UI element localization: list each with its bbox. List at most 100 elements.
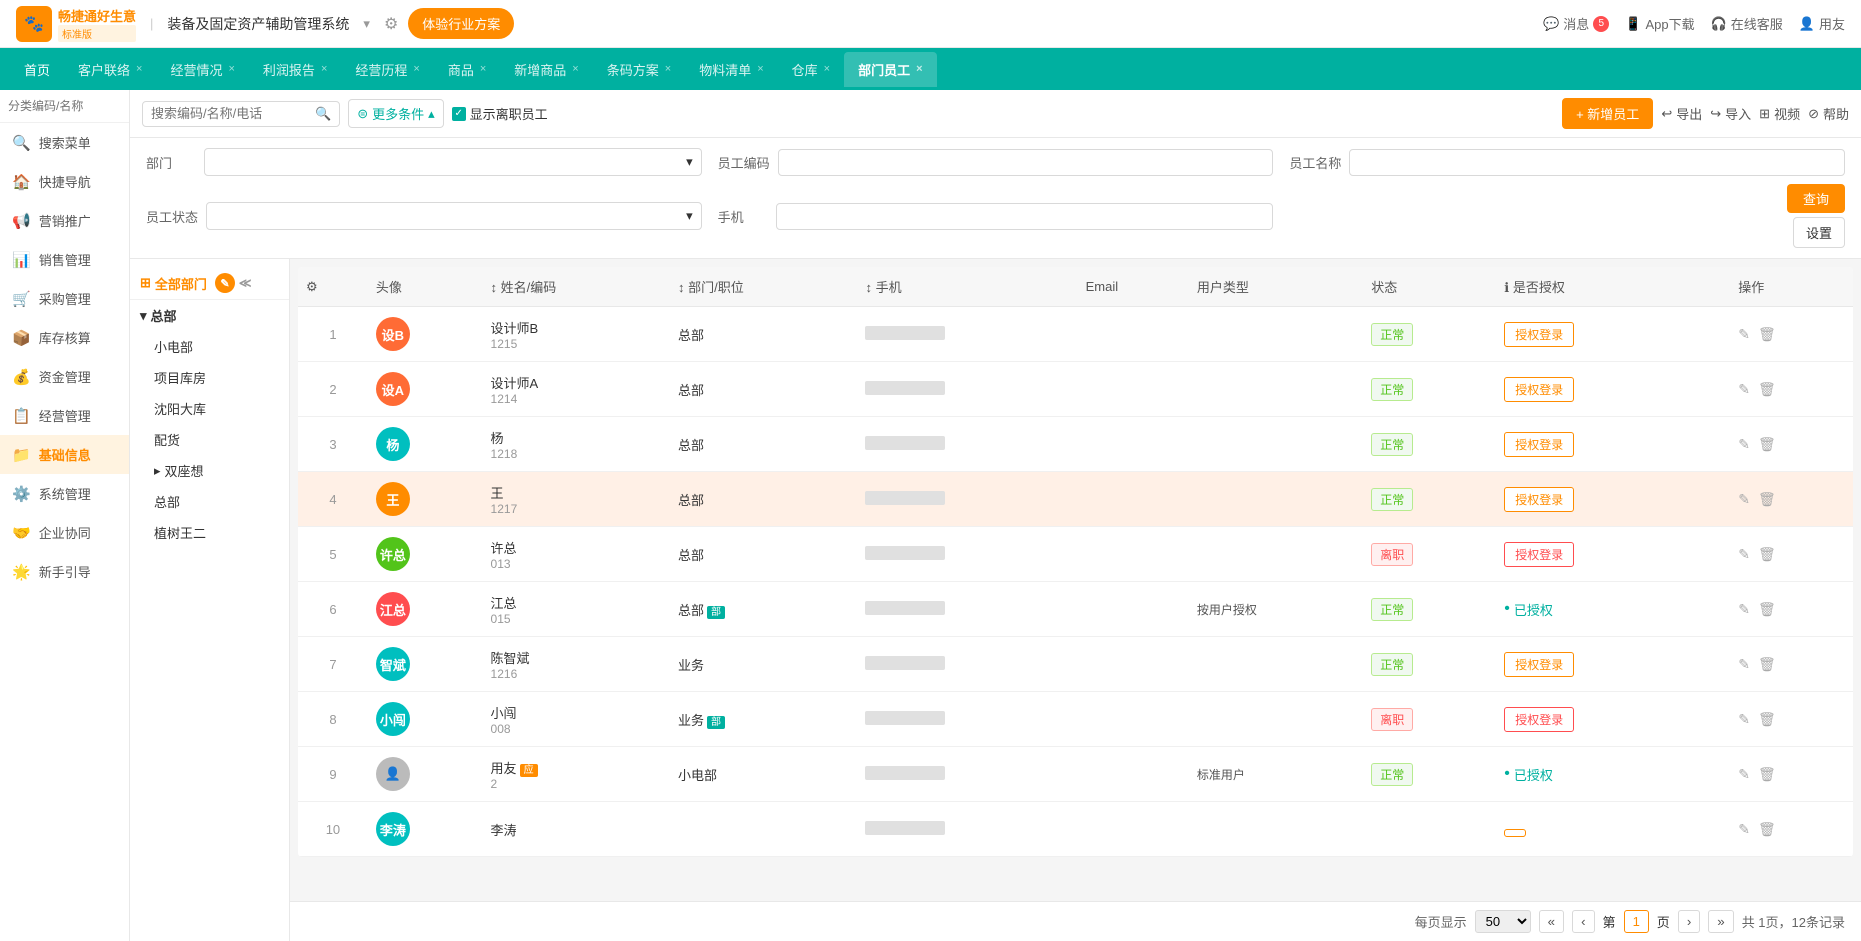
delete-icon[interactable]: 🗑: [1758, 766, 1776, 783]
next-page-btn[interactable]: ›: [1678, 910, 1700, 933]
settings-icon[interactable]: ⚙: [384, 14, 398, 34]
tab-warehouse[interactable]: 仓库 ×: [778, 52, 844, 87]
close-icon[interactable]: ×: [321, 63, 327, 75]
more-filter-btn[interactable]: ⊜ 更多条件 ▴: [348, 99, 443, 128]
delete-icon[interactable]: 🗑: [1758, 546, 1776, 563]
status-select[interactable]: ▾: [206, 202, 702, 230]
tab-profit[interactable]: 利润报告 ×: [249, 52, 341, 87]
sidebar-item-biz[interactable]: 📋经营管理: [0, 396, 129, 435]
online-support-btn[interactable]: 🎧 在线客服: [1711, 14, 1783, 33]
prev-page-btn[interactable]: ‹: [1572, 910, 1594, 933]
tab-barcode[interactable]: 条码方案 ×: [593, 52, 685, 87]
close-icon[interactable]: ×: [824, 63, 830, 75]
delete-icon[interactable]: 🗑: [1758, 436, 1776, 453]
query-btn[interactable]: 查询: [1787, 184, 1845, 213]
phone-input[interactable]: [776, 203, 1274, 230]
dropdown-arrow-icon[interactable]: ▾: [363, 16, 370, 32]
edit-icon[interactable]: ✎: [1738, 766, 1750, 783]
close-icon[interactable]: ×: [136, 63, 142, 75]
dept-select[interactable]: ▾: [204, 148, 702, 176]
first-page-btn[interactable]: «: [1539, 910, 1564, 933]
sidebar-item-purchase[interactable]: 🛒采购管理: [0, 279, 129, 318]
sidebar-item-system[interactable]: ⚙️系统管理: [0, 474, 129, 513]
delete-icon[interactable]: 🗑: [1758, 491, 1776, 508]
auth-login-btn[interactable]: 授权登录: [1504, 377, 1574, 402]
tab-new-goods[interactable]: 新增商品 ×: [500, 52, 592, 87]
dept-item-zongbu[interactable]: 总部: [130, 486, 289, 517]
sidebar-item-sales[interactable]: 📊销售管理: [0, 240, 129, 279]
edit-icon[interactable]: ✎: [1738, 326, 1750, 343]
col-dept[interactable]: ↕ 部门/职位: [670, 267, 857, 307]
auth-login-btn[interactable]: 授权登录: [1504, 432, 1574, 457]
dept-item-shuangzuo[interactable]: ▸双座想: [130, 455, 289, 486]
user-btn[interactable]: 👤 用友: [1799, 14, 1845, 33]
dept-item-dispatch[interactable]: 配货: [130, 424, 289, 455]
trial-btn[interactable]: 体验行业方案: [408, 8, 514, 39]
tab-goods[interactable]: 商品 ×: [434, 52, 500, 87]
dept-item-xiaodian[interactable]: 小电部: [130, 331, 289, 362]
col-settings[interactable]: ⚙: [298, 267, 368, 307]
edit-icon[interactable]: ✎: [1738, 656, 1750, 673]
col-phone[interactable]: ↕ 手机: [857, 267, 1077, 307]
dept-item-root[interactable]: ▾ 总部: [130, 300, 289, 331]
sidebar-item-marketing[interactable]: 📢营销推广: [0, 201, 129, 240]
tab-customer[interactable]: 客户联络 ×: [64, 52, 156, 87]
auth-login-btn[interactable]: [1504, 829, 1526, 837]
edit-icon[interactable]: ✎: [1738, 821, 1750, 838]
auth-login-btn[interactable]: 授权登录: [1504, 652, 1574, 677]
tab-operation[interactable]: 经营情况 ×: [156, 52, 248, 87]
sidebar-search-input[interactable]: [8, 99, 130, 113]
auth-login-btn[interactable]: 授权登录: [1504, 542, 1574, 567]
auth-login-btn[interactable]: 授权登录: [1504, 322, 1574, 347]
auth-login-btn[interactable]: 授权登录: [1504, 487, 1574, 512]
last-page-btn[interactable]: »: [1708, 910, 1733, 933]
sidebar-item-nav[interactable]: 🏠快捷导航: [0, 162, 129, 201]
close-icon[interactable]: ×: [413, 63, 419, 75]
edit-icon[interactable]: ✎: [1738, 601, 1750, 618]
delete-icon[interactable]: 🗑: [1758, 821, 1776, 838]
sidebar-item-collab[interactable]: 🤝企业协同: [0, 513, 129, 552]
edit-dept-icon[interactable]: ✎: [215, 273, 235, 293]
dept-item-project[interactable]: 项目库房: [130, 362, 289, 393]
sidebar-item-guide[interactable]: 🌟新手引导: [0, 552, 129, 591]
close-icon[interactable]: ×: [228, 63, 234, 75]
message-btn[interactable]: 💬 消息 5: [1543, 14, 1609, 33]
emp-code-input[interactable]: [778, 149, 1274, 176]
collapse-icon[interactable]: ≪: [239, 276, 252, 290]
edit-icon[interactable]: ✎: [1738, 381, 1750, 398]
sidebar-item-basic[interactable]: 📁基础信息: [0, 435, 129, 474]
export-btn[interactable]: ↩ 导出: [1661, 104, 1702, 123]
delete-icon[interactable]: 🗑: [1758, 656, 1776, 673]
auth-login-btn[interactable]: 授权登录: [1504, 707, 1574, 732]
tab-bom[interactable]: 物料清单 ×: [685, 52, 777, 87]
close-icon[interactable]: ×: [572, 63, 578, 75]
delete-icon[interactable]: 🗑: [1758, 381, 1776, 398]
sidebar-item-finance[interactable]: 💰资金管理: [0, 357, 129, 396]
show-resigned-toggle[interactable]: ✓ 显示离职员工: [452, 104, 548, 123]
tab-home[interactable]: 首页: [10, 52, 64, 87]
close-icon[interactable]: ×: [480, 63, 486, 75]
help-btn[interactable]: ⊘ 帮助: [1808, 104, 1849, 123]
add-employee-btn[interactable]: + 新增员工: [1562, 98, 1653, 129]
sidebar-item-inventory[interactable]: 📦库存核算: [0, 318, 129, 357]
import-btn[interactable]: ↪ 导入: [1710, 104, 1751, 123]
dept-item-shenyang[interactable]: 沈阳大库: [130, 393, 289, 424]
tab-history[interactable]: 经营历程 ×: [341, 52, 433, 87]
tab-employees[interactable]: 部门员工 ×: [844, 52, 936, 87]
delete-icon[interactable]: 🗑: [1758, 601, 1776, 618]
page-size-select[interactable]: 50 100 200: [1475, 910, 1531, 933]
close-icon[interactable]: ×: [757, 63, 763, 75]
close-icon[interactable]: ×: [665, 63, 671, 75]
col-name[interactable]: ↕ 姓名/编码: [483, 267, 670, 307]
app-download-btn[interactable]: 📱 App下载: [1625, 14, 1694, 33]
search-input[interactable]: [151, 106, 311, 121]
edit-icon[interactable]: ✎: [1738, 436, 1750, 453]
edit-icon[interactable]: ✎: [1738, 546, 1750, 563]
close-icon[interactable]: ×: [916, 63, 922, 75]
dept-item-zhishu[interactable]: 植树王二: [130, 517, 289, 548]
delete-icon[interactable]: 🗑: [1758, 326, 1776, 343]
edit-icon[interactable]: ✎: [1738, 711, 1750, 728]
edit-icon[interactable]: ✎: [1738, 491, 1750, 508]
emp-name-input[interactable]: [1349, 149, 1845, 176]
sidebar-item-search[interactable]: 🔍搜索菜单: [0, 123, 129, 162]
